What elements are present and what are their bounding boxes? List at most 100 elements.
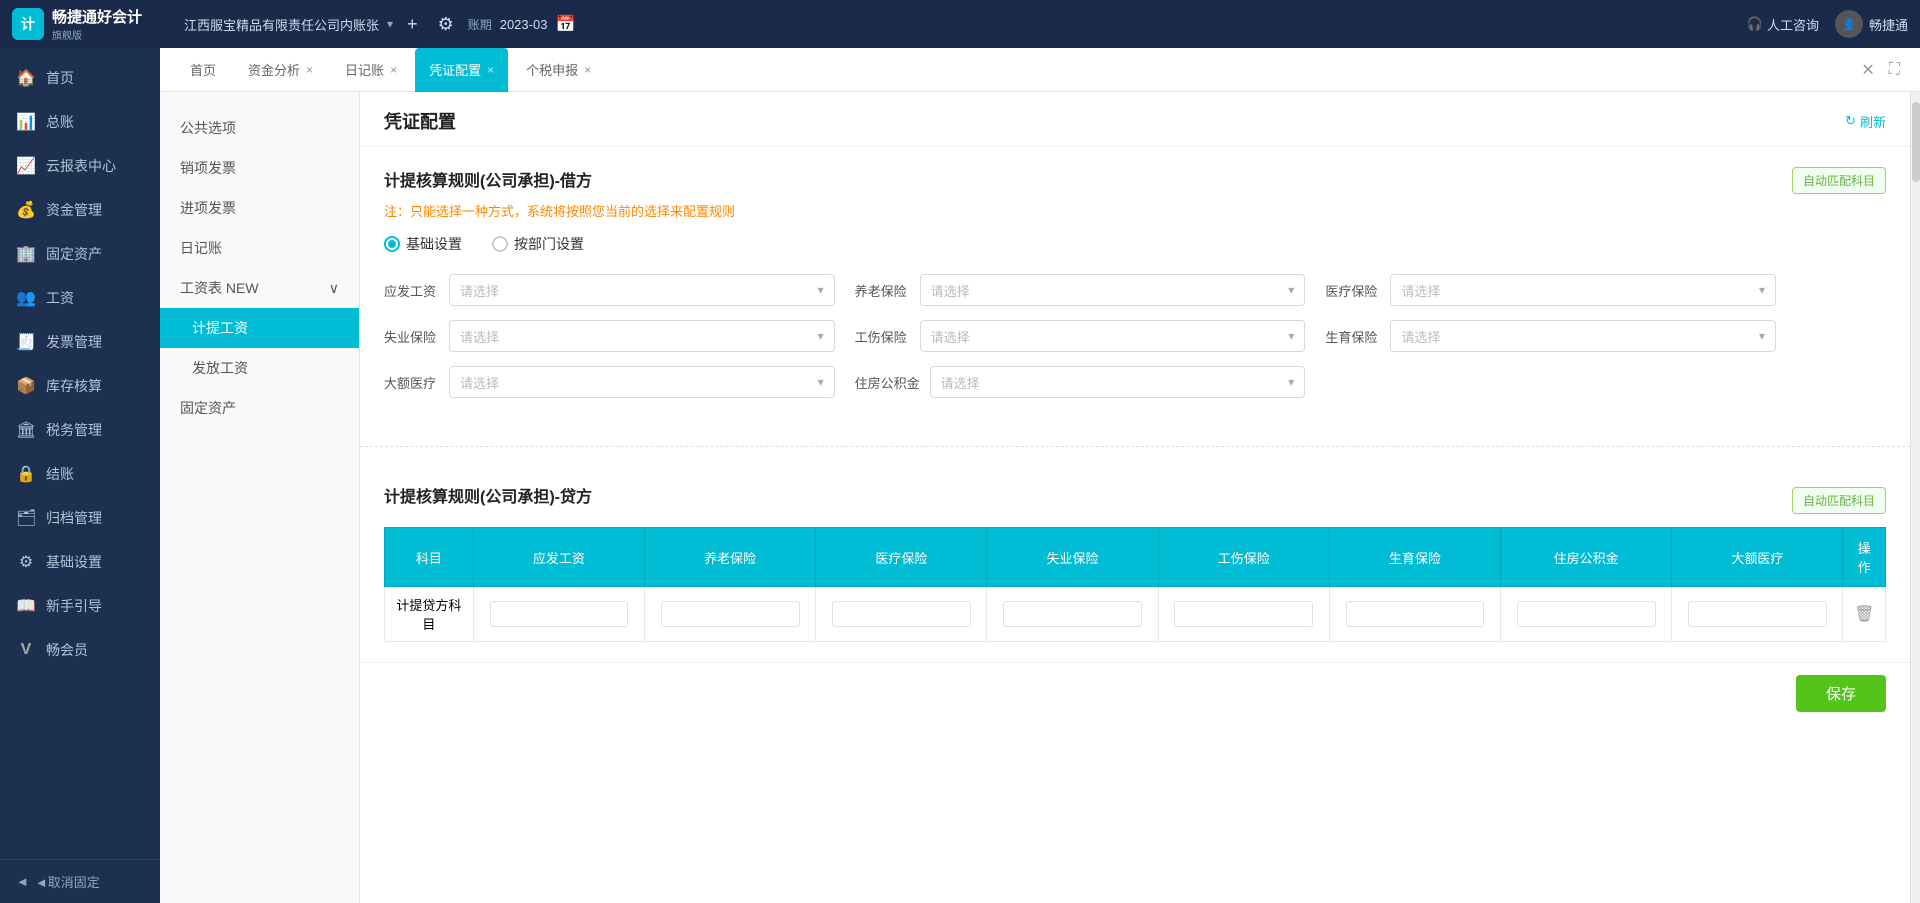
th-operation: 操作 [1843,528,1886,587]
tab-home[interactable]: 首页 [176,48,230,92]
tab-voucher-close[interactable]: × [487,63,494,77]
tab-tax[interactable]: 个税申报 × [512,48,605,92]
row-gross-wage-input[interactable] [490,601,629,627]
gross-wage-select[interactable]: 请选择 ▾ [449,274,835,306]
medical-select[interactable]: 请选择 ▾ [1390,274,1776,306]
payroll-chevron-icon: ∨ [329,280,339,297]
support-button[interactable]: 🎧 人工咨询 [1747,15,1819,34]
sidebar-item-vip[interactable]: V 畅会员 [0,628,160,672]
sidebar-item-invoice[interactable]: 🧾 发票管理 [0,320,160,364]
tab-tax-close[interactable]: × [584,63,591,77]
funds-icon: 💰 [16,200,36,220]
tab-capital-close[interactable]: × [306,63,313,77]
user-name: 畅捷通 [1869,15,1908,34]
radio-department[interactable]: 按部门设置 [492,234,584,254]
tab-home-label: 首页 [190,60,216,79]
tab-journal-close[interactable]: × [390,63,397,77]
user-area[interactable]: 👤 畅捷通 [1835,10,1908,38]
tax-icon: 🏛 [16,420,36,440]
tab-capital[interactable]: 资金分析 × [234,48,327,92]
assets-icon: 🏢 [16,244,36,264]
maximize-window-button[interactable]: ⛶ [1885,60,1904,80]
injury-select[interactable]: 请选择 ▾ [920,320,1306,352]
housing-fund-arrow: ▾ [1288,375,1294,389]
row-injury-input[interactable] [1174,601,1313,627]
sidebar-item-home[interactable]: 🏠 首页 [0,56,160,100]
settings-icon[interactable]: ⚙ [432,14,460,35]
credit-auto-match-button[interactable]: 自动匹配科目 [1792,487,1886,514]
tab-bar: 首页 资金分析 × 日记账 × 凭证配置 × 个税申报 × ✕ ⛶ [160,48,1920,92]
maternity-label: 生育保险 [1325,327,1380,346]
nav-payroll-accrue[interactable]: 计提工资 [160,308,359,348]
nav-public[interactable]: 公共选项 [160,108,359,148]
row-housing-input[interactable] [1517,601,1656,627]
company-dropdown[interactable]: ▾ [387,17,393,31]
credit-table: 科目 应发工资 养老保险 医疗保险 失业保险 工伤保险 生育保险 住房公积金 大… [384,527,1886,642]
pension-select[interactable]: 请选择 ▾ [920,274,1306,306]
maternity-select[interactable]: 请选择 ▾ [1390,320,1776,352]
sidebar-label-vip: 畅会员 [46,640,88,660]
nav-payroll-pay[interactable]: 发放工资 [160,348,359,388]
nav-journal[interactable]: 日记账 [160,228,359,268]
page-header: 凭证配置 ↻ 刷新 [360,92,1910,147]
unemployment-placeholder: 请选择 [460,327,499,346]
th-pension: 养老保险 [645,528,816,587]
nav-purchase-invoice[interactable]: 进项发票 [160,188,359,228]
credit-section-title: 计提核算规则(公司承担)-贷方 [384,483,592,507]
add-account-button[interactable]: + [401,14,424,35]
sidebar-item-reports[interactable]: 📈 云报表中心 [0,144,160,188]
sidebar-item-ledger[interactable]: 📊 总账 [0,100,160,144]
refresh-button[interactable]: ↻ 刷新 [1845,112,1886,131]
tab-voucher-config[interactable]: 凭证配置 × [415,48,508,92]
nav-sales-invoice[interactable]: 销项发票 [160,148,359,188]
debit-auto-match-button[interactable]: 自动匹配科目 [1792,167,1886,194]
headset-icon: 🎧 [1747,16,1763,32]
radio-basic[interactable]: 基础设置 [384,234,462,254]
right-scrollbar[interactable] [1910,92,1920,903]
debit-note: 注：只能选择一种方式，系统将按照您当前的选择来配置规则 [384,201,1776,220]
tab-journal[interactable]: 日记账 × [331,48,411,92]
close-window-button[interactable]: ✕ [1857,60,1878,80]
radio-dept-circle [492,236,508,252]
housing-fund-select[interactable]: 请选择 ▾ [930,366,1306,398]
guide-icon: 📖 [16,596,36,616]
new-badge: NEW [226,280,259,296]
nav-payroll-label: 工资表 NEW [180,278,259,298]
row-maternity-cell [1329,587,1500,642]
sidebar-item-payroll[interactable]: 👥 工资 [0,276,160,320]
save-button[interactable]: 保存 [1796,675,1886,712]
sidebar-item-assets[interactable]: 🏢 固定资产 [0,232,160,276]
sidebar-item-guide[interactable]: 📖 新手引导 [0,584,160,628]
row-major-medical-input[interactable] [1688,601,1827,627]
maternity-placeholder: 请选择 [1401,327,1440,346]
sidebar-item-close[interactable]: 🔒 结账 [0,452,160,496]
nav-fixed-assets[interactable]: 固定资产 [160,388,359,428]
row-unemployment-cell [987,587,1158,642]
row-pension-input[interactable] [661,601,800,627]
tab-capital-label: 资金分析 [248,60,300,79]
top-right: 🎧 人工咨询 👤 畅捷通 [1747,10,1908,38]
unemployment-select[interactable]: 请选择 ▾ [449,320,835,352]
sidebar-item-settings[interactable]: ⚙ 基础设置 [0,540,160,584]
archive-icon: 🗂 [16,508,36,528]
row-delete-button[interactable]: 🗑 [1854,604,1874,624]
calendar-icon[interactable]: 📅 [555,14,575,34]
reports-icon: 📈 [16,156,36,176]
sidebar-label-ledger: 总账 [46,112,74,132]
cancel-fixed-button[interactable]: ◄ ◄取消固定 [0,859,160,903]
row-pension-cell [645,587,816,642]
row-maternity-input[interactable] [1346,601,1485,627]
sidebar-label-home: 首页 [46,68,74,88]
field-injury: 工伤保险 请选择 ▾ [855,320,1306,352]
sidebar-item-archive[interactable]: 🗂 归档管理 [0,496,160,540]
major-medical-select[interactable]: 请选择 ▾ [449,366,835,398]
row-action-cell: 🗑 [1843,587,1886,642]
row-unemployment-input[interactable] [1003,601,1142,627]
nav-payroll-group[interactable]: 工资表 NEW ∨ [160,268,359,308]
row-medical-input[interactable] [832,601,971,627]
sidebar-item-funds[interactable]: 💰 资金管理 [0,188,160,232]
th-housing: 住房公积金 [1501,528,1672,587]
sidebar-item-inventory[interactable]: 📦 库存核算 [0,364,160,408]
th-unemployment: 失业保险 [987,528,1158,587]
sidebar-item-tax[interactable]: 🏛 税务管理 [0,408,160,452]
